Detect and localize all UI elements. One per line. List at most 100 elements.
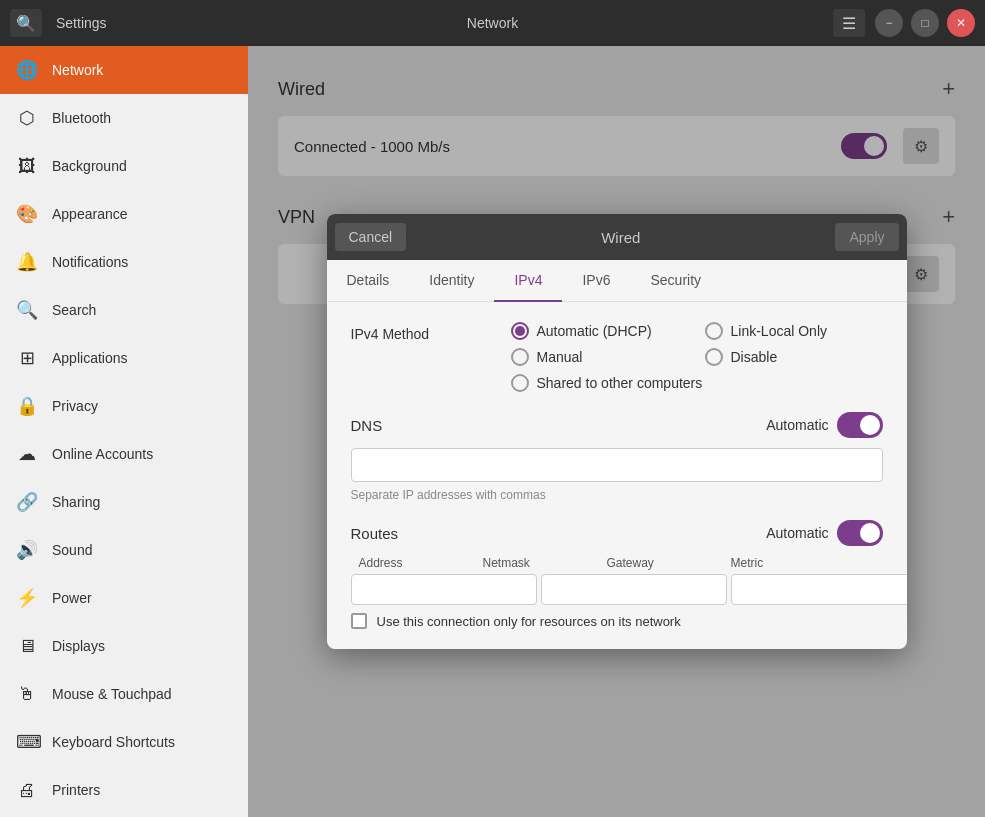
sidebar-item-sound[interactable]: 🔊 Sound (0, 526, 248, 574)
radio-disable-label: Disable (731, 349, 778, 365)
tab-identity[interactable]: Identity (409, 260, 494, 302)
routes-gateway-input[interactable] (731, 574, 907, 605)
sidebar-item-label: Background (52, 158, 127, 174)
dns-row: DNS Automatic (351, 412, 883, 438)
checkbox-row[interactable]: Use this connection only for resources o… (351, 613, 883, 629)
sidebar-item-applications[interactable]: ⊞ Applications (0, 334, 248, 382)
displays-icon: 🖥 (16, 636, 38, 657)
sidebar-item-power[interactable]: ⚡ Power (0, 574, 248, 622)
sidebar-item-privacy[interactable]: 🔒 Privacy (0, 382, 248, 430)
sidebar-item-network[interactable]: 🌐 Network (0, 46, 248, 94)
tab-ipv6[interactable]: IPv6 (562, 260, 630, 302)
printers-icon: 🖨 (16, 780, 38, 801)
menu-button[interactable]: ☰ (833, 9, 865, 37)
routes-row: Routes Automatic (351, 520, 883, 546)
routes-netmask-input[interactable] (541, 574, 727, 605)
routes-address-input[interactable] (351, 574, 537, 605)
tab-ipv4[interactable]: IPv4 (494, 260, 562, 302)
dns-toggle[interactable] (837, 412, 883, 438)
radio-link-local-label: Link-Local Only (731, 323, 828, 339)
sidebar-item-label: Power (52, 590, 92, 606)
app-title: Settings (56, 15, 823, 31)
ipv4-method-row: IPv4 Method Automatic (DHCP) (351, 322, 883, 392)
routes-col-address: Address (351, 556, 471, 570)
radio-shared[interactable]: Shared to other computers (511, 374, 883, 392)
dns-section: DNS Automatic Separate (351, 412, 883, 502)
radio-auto-dhcp-circle (511, 322, 529, 340)
sidebar-item-mouse-touchpad[interactable]: 🖱 Mouse & Touchpad (0, 670, 248, 718)
routes-table-header: Address Netmask Gateway Metric (351, 556, 883, 574)
sharing-icon: 🔗 (16, 491, 38, 513)
radio-auto-dhcp-dot (515, 326, 525, 336)
sidebar-item-label: Printers (52, 782, 100, 798)
content-area: Wired + Connected - 1000 Mb/s ⚙ VPN + Of… (248, 46, 985, 817)
applications-icon: ⊞ (16, 347, 38, 369)
routes-toggle[interactable] (837, 520, 883, 546)
routes-col-metric: Metric (723, 556, 843, 570)
search-sidebar-icon: 🔍 (16, 299, 38, 321)
radio-shared-label: Shared to other computers (537, 375, 703, 391)
radio-shared-circle (511, 374, 529, 392)
sidebar-item-label: Sharing (52, 494, 100, 510)
minimize-button[interactable]: − (875, 9, 903, 37)
radio-manual[interactable]: Manual (511, 348, 689, 366)
sidebar-item-label: Notifications (52, 254, 128, 270)
tab-security[interactable]: Security (630, 260, 721, 302)
privacy-icon: 🔒 (16, 395, 38, 417)
titlebar: 🔍 Settings ☰ Network − □ ✕ (0, 0, 985, 46)
network-icon: 🌐 (16, 59, 38, 81)
search-button[interactable]: 🔍 (10, 9, 42, 37)
routes-automatic-label: Automatic (766, 525, 828, 541)
radio-auto-dhcp[interactable]: Automatic (DHCP) (511, 322, 689, 340)
sidebar-item-label: Keyboard Shortcuts (52, 734, 175, 750)
radio-link-local[interactable]: Link-Local Only (705, 322, 883, 340)
dns-label: DNS (351, 417, 383, 434)
close-button[interactable]: ✕ (947, 9, 975, 37)
sidebar-item-keyboard-shortcuts[interactable]: ⌨ Keyboard Shortcuts (0, 718, 248, 766)
sidebar-item-label: Mouse & Touchpad (52, 686, 172, 702)
modal-cancel-button[interactable]: Cancel (335, 223, 407, 251)
ipv4-method-controls: Automatic (DHCP) Link-Local Only Manual (511, 322, 883, 392)
radio-disable[interactable]: Disable (705, 348, 883, 366)
tab-details[interactable]: Details (327, 260, 410, 302)
keyboard-icon: ⌨ (16, 731, 38, 753)
modal-body: IPv4 Method Automatic (DHCP) (327, 302, 907, 649)
sidebar-item-sharing[interactable]: 🔗 Sharing (0, 478, 248, 526)
radio-disable-circle (705, 348, 723, 366)
routes-col-netmask: Netmask (475, 556, 595, 570)
sidebar: 🌐 Network ⬡ Bluetooth 🖼 Background 🎨 App… (0, 46, 248, 817)
routes-input-row: 🗑 (351, 574, 883, 605)
sidebar-item-label: Online Accounts (52, 446, 153, 462)
online-accounts-icon: ☁ (16, 443, 38, 465)
sidebar-item-online-accounts[interactable]: ☁ Online Accounts (0, 430, 248, 478)
radio-link-local-circle (705, 322, 723, 340)
routes-auto-row: Automatic (766, 520, 882, 546)
modal-apply-button[interactable]: Apply (835, 223, 898, 251)
sidebar-item-appearance[interactable]: 🎨 Appearance (0, 190, 248, 238)
wired-dialog: Cancel Wired Apply Details Identity IPv4… (327, 214, 907, 649)
sidebar-item-printers[interactable]: 🖨 Printers (0, 766, 248, 814)
menu-icon: ☰ (842, 14, 856, 33)
dns-input[interactable] (351, 448, 883, 482)
checkbox-label: Use this connection only for resources o… (377, 614, 681, 629)
sidebar-item-background[interactable]: 🖼 Background (0, 142, 248, 190)
radio-auto-dhcp-label: Automatic (DHCP) (537, 323, 652, 339)
sidebar-item-label: Sound (52, 542, 92, 558)
sidebar-item-label: Bluetooth (52, 110, 111, 126)
modal-tabs: Details Identity IPv4 IPv6 Security (327, 260, 907, 302)
sidebar-item-notifications[interactable]: 🔔 Notifications (0, 238, 248, 286)
window-controls: − □ ✕ (875, 9, 975, 37)
window-title: Network (467, 15, 518, 31)
ipv4-method-group: Automatic (DHCP) Link-Local Only Manual (511, 322, 883, 392)
sidebar-item-label: Search (52, 302, 96, 318)
appearance-icon: 🎨 (16, 203, 38, 225)
sidebar-item-bluetooth[interactable]: ⬡ Bluetooth (0, 94, 248, 142)
sidebar-item-search[interactable]: 🔍 Search (0, 286, 248, 334)
maximize-button[interactable]: □ (911, 9, 939, 37)
sound-icon: 🔊 (16, 539, 38, 561)
routes-col-gateway: Gateway (599, 556, 719, 570)
sidebar-item-label: Displays (52, 638, 105, 654)
sidebar-item-displays[interactable]: 🖥 Displays (0, 622, 248, 670)
sidebar-item-label: Appearance (52, 206, 128, 222)
checkbox-resources-only[interactable] (351, 613, 367, 629)
